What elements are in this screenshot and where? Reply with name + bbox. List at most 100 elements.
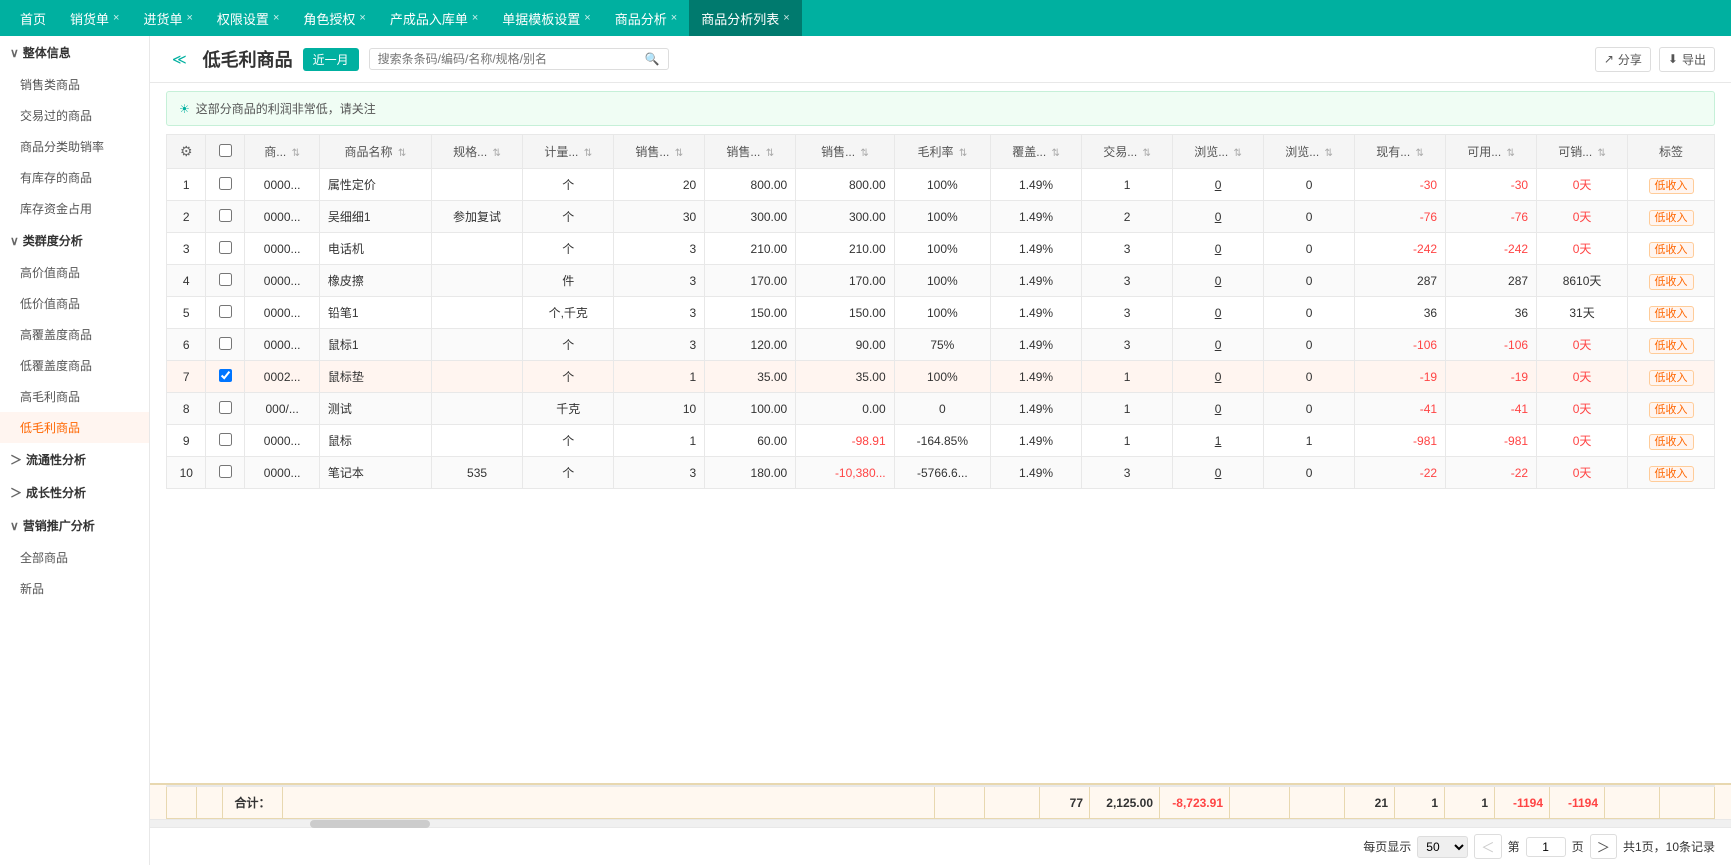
nav-item-sales[interactable]: 销货单 × xyxy=(58,0,131,36)
row-view1[interactable]: 0 xyxy=(1173,361,1264,393)
horizontal-scrollbar[interactable] xyxy=(150,819,1731,827)
sidebar-collapse-button[interactable]: ≪ xyxy=(166,49,193,70)
sidebar-item-sales-products[interactable]: 销售类商品 xyxy=(0,69,149,100)
row-select-checkbox[interactable] xyxy=(219,433,232,446)
row-checkbox[interactable] xyxy=(206,201,245,233)
close-icon[interactable]: × xyxy=(584,12,590,24)
nav-item-home[interactable]: 首页 xyxy=(8,0,58,36)
col-header-gross-rate[interactable]: 毛利率 ⇅ xyxy=(894,135,990,169)
row-select-checkbox[interactable] xyxy=(219,305,232,318)
row-checkbox[interactable] xyxy=(206,361,245,393)
row-view1[interactable]: 0 xyxy=(1173,297,1264,329)
col-header-sales-amount[interactable]: 销售... ⇅ xyxy=(796,135,894,169)
search-icon[interactable]: 🔍 xyxy=(645,52,660,66)
close-icon[interactable]: × xyxy=(113,12,119,24)
close-icon[interactable]: × xyxy=(472,12,478,24)
table-row[interactable]: 6 0000... 鼠标1 个 3 120.00 90.00 75% 1.49%… xyxy=(167,329,1715,361)
col-header-current[interactable]: 现有... ⇅ xyxy=(1355,135,1446,169)
table-row[interactable]: 5 0000... 铅笔1 个,千克 3 150.00 150.00 100% … xyxy=(167,297,1715,329)
table-row[interactable]: 1 0000... 属性定价 个 20 800.00 800.00 100% 1… xyxy=(167,169,1715,201)
share-button[interactable]: ↗ 分享 xyxy=(1595,47,1651,72)
row-checkbox[interactable] xyxy=(206,457,245,489)
sidebar-item-traded-products[interactable]: 交易过的商品 xyxy=(0,100,149,131)
sidebar-section-marketing[interactable]: ∨ 营销推广分析 xyxy=(0,509,149,542)
nav-item-product-analysis[interactable]: 商品分析 × xyxy=(603,0,689,36)
checkbox-column-header[interactable] xyxy=(206,135,245,169)
col-header-sales-price[interactable]: 销售... ⇅ xyxy=(705,135,796,169)
row-view1[interactable]: 0 xyxy=(1173,457,1264,489)
row-select-checkbox[interactable] xyxy=(219,273,232,286)
row-checkbox[interactable] xyxy=(206,329,245,361)
table-row[interactable]: 9 0000... 鼠标 个 1 60.00 -98.91 -164.85% 1… xyxy=(167,425,1715,457)
sidebar-section-growth[interactable]: ＞ 成长性分析 xyxy=(0,476,149,509)
sidebar-item-high-margin[interactable]: 高毛利商品 xyxy=(0,381,149,412)
col-header-name[interactable]: 商品名称 ⇅ xyxy=(319,135,431,169)
select-all-checkbox[interactable] xyxy=(219,144,232,157)
table-row[interactable]: 8 000/... 测试 千克 10 100.00 0.00 0 1.49% 1… xyxy=(167,393,1715,425)
date-filter-button[interactable]: 近一月 xyxy=(303,48,359,71)
table-row[interactable]: 3 0000... 电话机 个 3 210.00 210.00 100% 1.4… xyxy=(167,233,1715,265)
nav-item-roles[interactable]: 角色授权 × xyxy=(291,0,377,36)
table-row[interactable]: 2 0000... 吴细细1 参加复试 个 30 300.00 300.00 1… xyxy=(167,201,1715,233)
row-select-checkbox[interactable] xyxy=(219,177,232,190)
row-view1[interactable]: 0 xyxy=(1173,329,1264,361)
row-select-checkbox[interactable] xyxy=(219,369,232,382)
row-view1[interactable]: 0 xyxy=(1173,169,1264,201)
row-checkbox[interactable] xyxy=(206,297,245,329)
sidebar-item-stocked-products[interactable]: 有库存的商品 xyxy=(0,162,149,193)
row-checkbox[interactable] xyxy=(206,169,245,201)
col-header-trade-count[interactable]: 交易... ⇅ xyxy=(1082,135,1173,169)
close-icon[interactable]: × xyxy=(359,12,365,24)
row-select-checkbox[interactable] xyxy=(219,337,232,350)
row-view1[interactable]: 1 xyxy=(1173,425,1264,457)
nav-item-product-analysis-list[interactable]: 商品分析列表 × xyxy=(689,0,801,36)
row-select-checkbox[interactable] xyxy=(219,401,232,414)
gear-icon[interactable]: ⚙ xyxy=(180,143,193,159)
next-page-button[interactable]: ＞ xyxy=(1590,834,1617,859)
close-icon[interactable]: × xyxy=(186,12,192,24)
sidebar-item-category-rate[interactable]: 商品分类助销率 xyxy=(0,131,149,162)
row-select-checkbox[interactable] xyxy=(219,465,232,478)
sidebar-item-low-coverage[interactable]: 低覆盖度商品 xyxy=(0,350,149,381)
row-select-checkbox[interactable] xyxy=(219,209,232,222)
col-header-code[interactable]: 商... ⇅ xyxy=(245,135,319,169)
col-header-sales-qty[interactable]: 销售... ⇅ xyxy=(614,135,705,169)
row-view1[interactable]: 0 xyxy=(1173,233,1264,265)
col-header-saleable[interactable]: 可销... ⇅ xyxy=(1537,135,1628,169)
sidebar-item-low-value[interactable]: 低价值商品 xyxy=(0,288,149,319)
sidebar-section-overall[interactable]: ∨ 整体信息 xyxy=(0,36,149,69)
sidebar-item-new-products[interactable]: 新品 xyxy=(0,573,149,604)
row-view1[interactable]: 0 xyxy=(1173,393,1264,425)
nav-item-permissions[interactable]: 权限设置 × xyxy=(205,0,291,36)
sidebar-item-all-products[interactable]: 全部商品 xyxy=(0,542,149,573)
page-number-input[interactable] xyxy=(1526,837,1566,857)
sidebar-item-low-margin[interactable]: 低毛利商品 xyxy=(0,412,149,443)
row-checkbox[interactable] xyxy=(206,425,245,457)
search-input[interactable] xyxy=(378,52,641,66)
settings-column-header[interactable]: ⚙ xyxy=(167,135,206,169)
row-select-checkbox[interactable] xyxy=(219,241,232,254)
close-icon[interactable]: × xyxy=(273,12,279,24)
sidebar-item-high-value[interactable]: 高价值商品 xyxy=(0,257,149,288)
row-checkbox[interactable] xyxy=(206,393,245,425)
col-header-unit[interactable]: 计量... ⇅ xyxy=(523,135,614,169)
col-header-available[interactable]: 可用... ⇅ xyxy=(1446,135,1537,169)
row-view1[interactable]: 0 xyxy=(1173,265,1264,297)
page-size-select[interactable]: 50 20 100 xyxy=(1417,836,1468,858)
sidebar-item-high-coverage[interactable]: 高覆盖度商品 xyxy=(0,319,149,350)
table-row[interactable]: 4 0000... 橡皮擦 件 3 170.00 170.00 100% 1.4… xyxy=(167,265,1715,297)
scrollbar-thumb[interactable] xyxy=(310,820,430,828)
nav-item-product-entry[interactable]: 产成品入库单 × xyxy=(378,0,490,36)
sidebar-section-circulation[interactable]: ＞ 流通性分析 xyxy=(0,443,149,476)
nav-item-purchase[interactable]: 进货单 × xyxy=(131,0,204,36)
row-checkbox[interactable] xyxy=(206,265,245,297)
nav-item-template[interactable]: 单据模板设置 × xyxy=(490,0,602,36)
sidebar-section-cluster[interactable]: ∨ 类群度分析 xyxy=(0,224,149,257)
col-header-coverage[interactable]: 覆盖... ⇅ xyxy=(991,135,1082,169)
row-checkbox[interactable] xyxy=(206,233,245,265)
prev-page-button[interactable]: ＜ xyxy=(1474,834,1501,859)
col-header-view1[interactable]: 浏览... ⇅ xyxy=(1173,135,1264,169)
close-icon[interactable]: × xyxy=(783,12,789,24)
col-header-view2[interactable]: 浏览... ⇅ xyxy=(1264,135,1355,169)
row-view1[interactable]: 0 xyxy=(1173,201,1264,233)
